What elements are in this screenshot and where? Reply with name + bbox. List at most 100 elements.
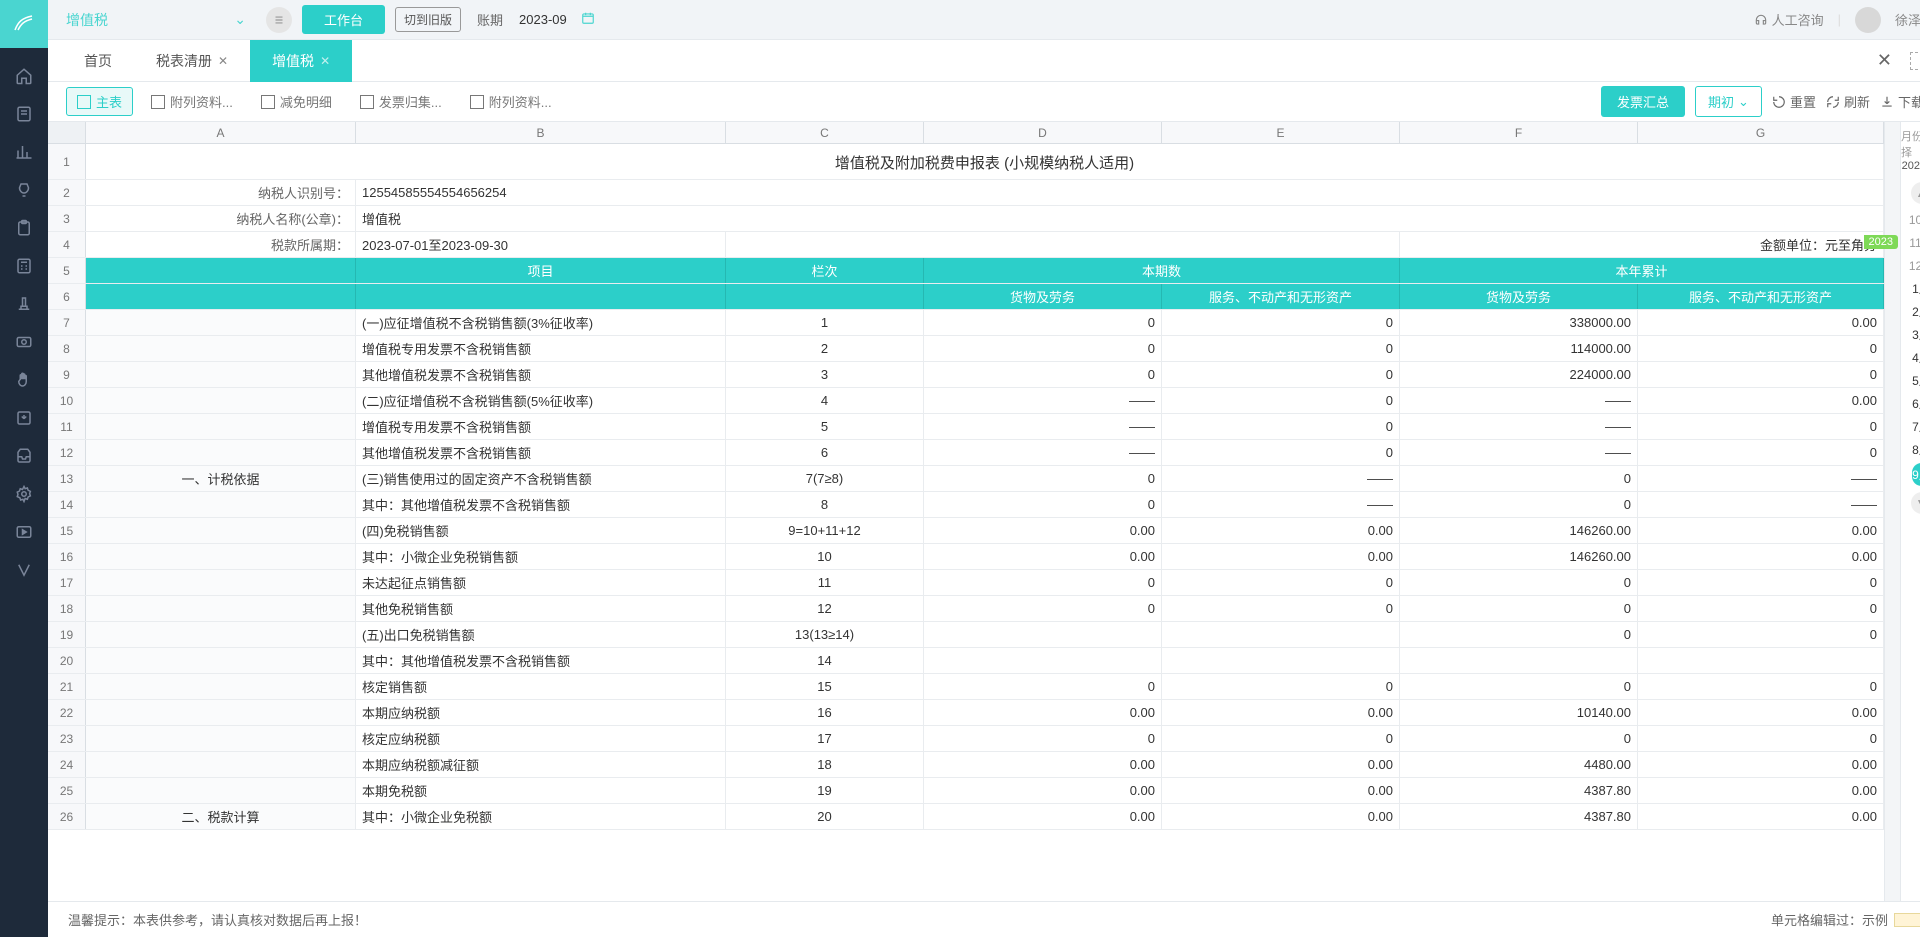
cell-th[interactable]: 服务、不动产和无形资产 bbox=[1162, 284, 1400, 309]
workbench-button[interactable]: 工作台 bbox=[302, 5, 385, 34]
col-header-b[interactable]: B bbox=[356, 122, 726, 143]
refresh-button[interactable]: 刷新 bbox=[1826, 92, 1870, 111]
row-header[interactable]: 23 bbox=[48, 726, 86, 751]
cell-th[interactable]: 本年累计 bbox=[1400, 258, 1884, 283]
company-selector[interactable]: 增值税 ⌄ bbox=[56, 6, 256, 34]
cell-value[interactable]: 0.00 bbox=[1638, 752, 1884, 777]
row-header[interactable]: 22 bbox=[48, 700, 86, 725]
cell-value[interactable]: 0.00 bbox=[1638, 804, 1884, 829]
cell-th[interactable]: 栏次 bbox=[726, 258, 924, 283]
cell[interactable]: 增值税 bbox=[356, 206, 1884, 231]
cell-value[interactable]: 4387.80 bbox=[1400, 778, 1638, 803]
cell[interactable]: 125545855545546562​54 bbox=[356, 180, 1884, 205]
cell[interactable] bbox=[86, 726, 356, 751]
fullscreen-icon[interactable] bbox=[1910, 52, 1920, 70]
cell-value[interactable]: 0 bbox=[1162, 596, 1400, 621]
cell[interactable] bbox=[86, 388, 356, 413]
row-header[interactable]: 16 bbox=[48, 544, 86, 569]
cell-value[interactable] bbox=[1638, 648, 1884, 673]
user-avatar[interactable] bbox=[1855, 7, 1881, 33]
month-item[interactable]: 7月 bbox=[1908, 415, 1920, 438]
row-header[interactable]: 25 bbox=[48, 778, 86, 803]
cell-colno[interactable]: 8 bbox=[726, 492, 924, 517]
cell-colno[interactable]: 6 bbox=[726, 440, 924, 465]
cell-colno[interactable]: 7(7≥8) bbox=[726, 466, 924, 491]
cell[interactable] bbox=[86, 544, 356, 569]
row-header[interactable]: 17 bbox=[48, 570, 86, 595]
cell[interactable] bbox=[86, 518, 356, 543]
cell-value[interactable]: 0 bbox=[1400, 622, 1638, 647]
cell-item[interactable]: 增值税专用发票不含税销售额 bbox=[356, 336, 726, 361]
cell-th[interactable] bbox=[86, 258, 356, 283]
cell-item[interactable]: 本期应纳税额 bbox=[356, 700, 726, 725]
cell-colno[interactable]: 10 bbox=[726, 544, 924, 569]
reset-button[interactable]: 重置 bbox=[1772, 92, 1816, 111]
tab-tax-list[interactable]: 税表清册✕ bbox=[134, 40, 250, 82]
cell-value[interactable]: —— bbox=[1638, 492, 1884, 517]
cell-value[interactable] bbox=[1162, 622, 1400, 647]
cell[interactable] bbox=[86, 674, 356, 699]
cell-value[interactable]: 0 bbox=[1638, 570, 1884, 595]
cell-value[interactable]: 0 bbox=[1638, 440, 1884, 465]
month-item[interactable]: 6月 bbox=[1908, 392, 1920, 415]
cell-item[interactable]: 其中：其他增值税发票不含税销售额 bbox=[356, 648, 726, 673]
cell-colno[interactable]: 11 bbox=[726, 570, 924, 595]
sheet-corner[interactable] bbox=[48, 122, 86, 143]
cell[interactable] bbox=[86, 622, 356, 647]
row-header[interactable]: 9 bbox=[48, 362, 86, 387]
cell-value[interactable]: 0.00 bbox=[1638, 544, 1884, 569]
cell-colno[interactable]: 20 bbox=[726, 804, 924, 829]
cell[interactable] bbox=[86, 492, 356, 517]
month-item[interactable]: 4月 bbox=[1908, 346, 1920, 369]
cell[interactable]: 金额单位：元至角分 bbox=[1400, 232, 1884, 257]
cell-th[interactable] bbox=[726, 284, 924, 309]
cell-value[interactable]: 0.00 bbox=[1638, 700, 1884, 725]
tab-home[interactable]: 首页 bbox=[62, 40, 134, 82]
month-item[interactable]: 1月 bbox=[1908, 277, 1920, 300]
nav-v-icon[interactable] bbox=[14, 560, 34, 580]
row-header[interactable]: 18 bbox=[48, 596, 86, 621]
month-item[interactable]: 3月 bbox=[1908, 323, 1920, 346]
cell-value[interactable]: —— bbox=[1162, 492, 1400, 517]
cell-colno[interactable]: 12 bbox=[726, 596, 924, 621]
cell[interactable] bbox=[86, 752, 356, 777]
cell-value[interactable]: 0 bbox=[1400, 570, 1638, 595]
cell-value[interactable]: 0 bbox=[1162, 362, 1400, 387]
cell-value[interactable]: 0 bbox=[924, 336, 1162, 361]
cell-th[interactable]: 项目 bbox=[356, 258, 726, 283]
cell[interactable] bbox=[86, 336, 356, 361]
cell-value[interactable]: 0 bbox=[924, 492, 1162, 517]
row-header[interactable]: 15 bbox=[48, 518, 86, 543]
cell-colno[interactable]: 14 bbox=[726, 648, 924, 673]
consult-link[interactable]: 人工咨询 bbox=[1754, 10, 1824, 29]
cell[interactable] bbox=[86, 414, 356, 439]
cell-value[interactable]: 0.00 bbox=[924, 778, 1162, 803]
cell[interactable]: 纳税人识别号： bbox=[86, 180, 356, 205]
tab-vat[interactable]: 增值税✕ bbox=[250, 40, 352, 82]
cell-th[interactable]: 货物及劳务 bbox=[1400, 284, 1638, 309]
cell-value[interactable]: 4480.00 bbox=[1400, 752, 1638, 777]
cell-value[interactable]: —— bbox=[1400, 414, 1638, 439]
cell[interactable] bbox=[86, 700, 356, 725]
col-header-f[interactable]: F bbox=[1400, 122, 1638, 143]
col-header-d[interactable]: D bbox=[924, 122, 1162, 143]
row-header[interactable]: 8 bbox=[48, 336, 86, 361]
cell-value[interactable] bbox=[924, 622, 1162, 647]
cell-item[interactable]: 增值税专用发票不含税销售额 bbox=[356, 414, 726, 439]
cell-value[interactable]: 0 bbox=[1162, 726, 1400, 751]
nav-home-icon[interactable] bbox=[14, 66, 34, 86]
cell-value[interactable]: 0 bbox=[924, 674, 1162, 699]
nav-stamp-icon[interactable] bbox=[14, 294, 34, 314]
close-icon[interactable]: ✕ bbox=[218, 54, 228, 68]
cell[interactable] bbox=[726, 232, 1400, 257]
cell-item[interactable]: 其中：其他增值税发票不含税销售额 bbox=[356, 492, 726, 517]
cell[interactable] bbox=[86, 596, 356, 621]
row-header[interactable]: 7 bbox=[48, 310, 86, 335]
row-header[interactable]: 1 bbox=[48, 144, 86, 179]
cell-value[interactable]: 10140.00 bbox=[1400, 700, 1638, 725]
cell-value[interactable] bbox=[1162, 648, 1400, 673]
nav-money-icon[interactable] bbox=[14, 180, 34, 200]
close-icon[interactable]: ✕ bbox=[320, 54, 330, 68]
cell-value[interactable]: 224000.00 bbox=[1400, 362, 1638, 387]
cell-item[interactable]: 其他增值税发票不含税销售额 bbox=[356, 362, 726, 387]
